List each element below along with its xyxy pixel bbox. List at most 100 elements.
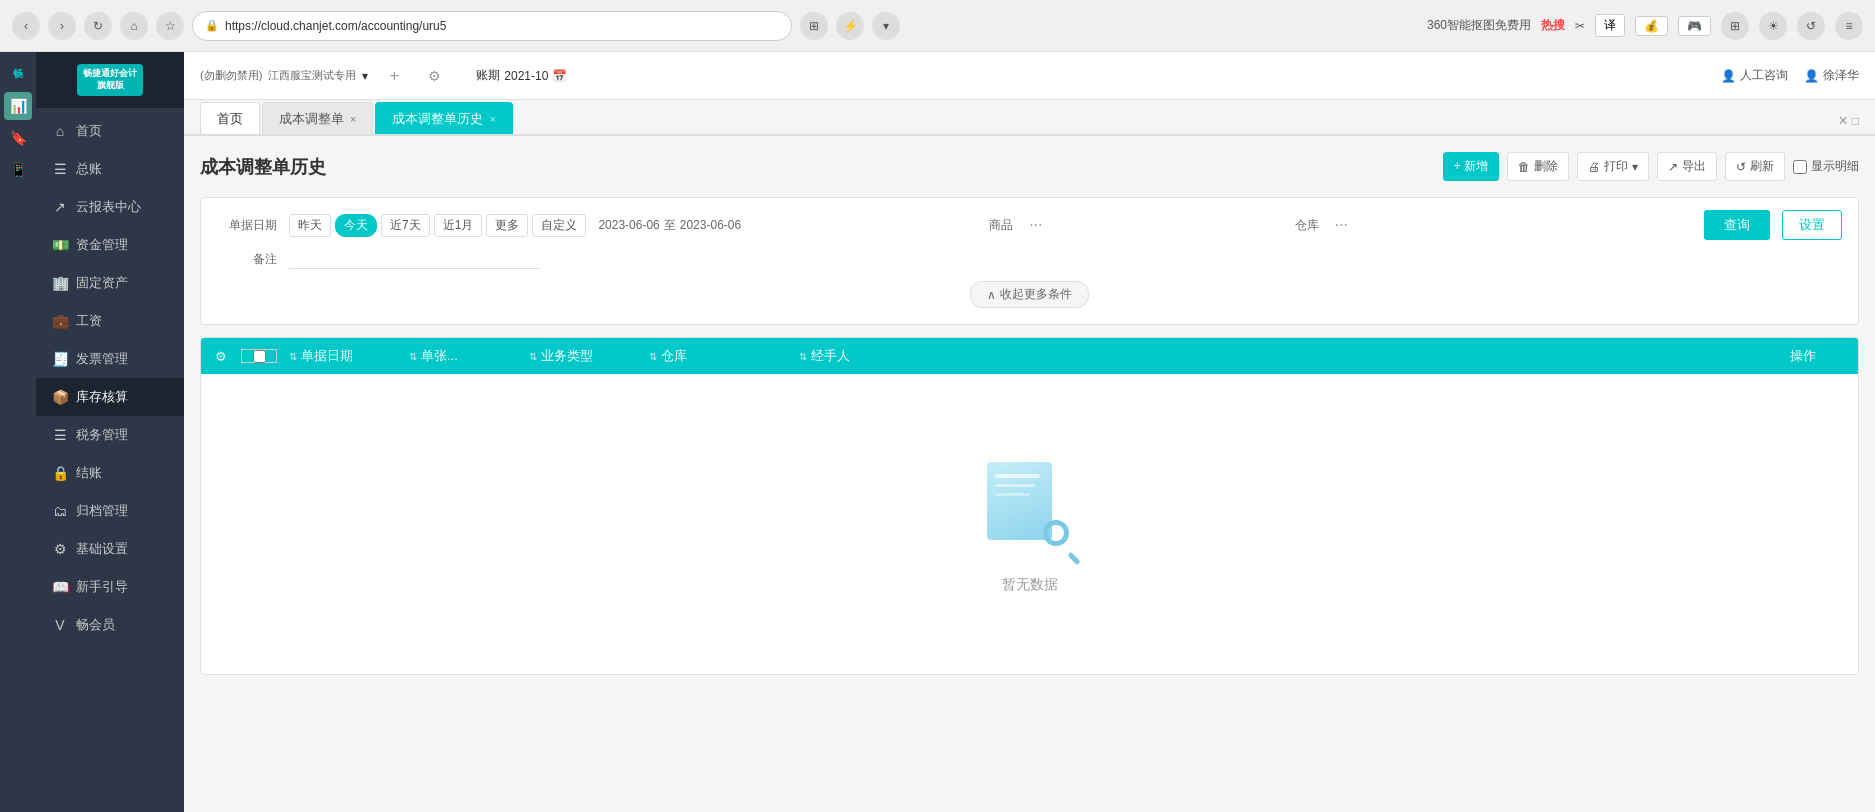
nav-settings[interactable]: ⚙ 基础设置 [36, 530, 184, 568]
nav-inventory[interactable]: 📦 库存核算 [36, 378, 184, 416]
query-btn[interactable]: 查询 [1704, 210, 1770, 240]
wallet-btn[interactable]: 💰 [1635, 16, 1668, 36]
tab-cost-adjust-history[interactable]: 成本调整单历史 × [375, 102, 512, 134]
date-yesterday-btn[interactable]: 昨天 [289, 214, 331, 237]
nav-tax[interactable]: ☰ 税务管理 [36, 416, 184, 454]
tab-cost-adjust-history-close[interactable]: × [489, 113, 495, 125]
select-all-checkbox[interactable] [253, 350, 266, 363]
nav-inventory-label: 库存核算 [76, 388, 128, 406]
date-more-btn[interactable]: 更多 [486, 214, 528, 237]
scissors-icon[interactable]: ✂ [1575, 19, 1585, 33]
goods-filter-dots[interactable]: ··· [1029, 216, 1042, 234]
hot-label: 热搜 [1541, 17, 1565, 34]
date-1month-btn[interactable]: 近1月 [434, 214, 483, 237]
empty-state: 暂无数据 [201, 374, 1858, 674]
th-biz-type[interactable]: ⇅ 业务类型 [517, 347, 637, 365]
nav-funds[interactable]: 💵 资金管理 [36, 226, 184, 264]
game-btn[interactable]: 🎮 [1678, 16, 1711, 36]
nav-invoice[interactable]: 🧾 发票管理 [36, 340, 184, 378]
icon-sidebar-item-2[interactable]: 🔖 [4, 124, 32, 152]
date-7days-btn[interactable]: 近7天 [381, 214, 430, 237]
filter-settings-btn[interactable]: 设置 [1782, 210, 1842, 240]
remark-filter-row: 备注 [217, 250, 1842, 269]
member-icon: V [52, 617, 68, 633]
nav-guide[interactable]: 📖 新手引导 [36, 568, 184, 606]
date-today-btn[interactable]: 今天 [335, 214, 377, 237]
top-bar: (勿删勿禁用) 江西服宝测试专用 ▾ + ⚙ 账期 2021-10 📅 👤 人工… [184, 52, 1875, 100]
th-date[interactable]: ⇅ 单据日期 [277, 347, 397, 365]
calendar-icon[interactable]: 📅 [552, 69, 567, 83]
bookmark-button[interactable]: ☆ [156, 12, 184, 40]
date-custom-btn[interactable]: 自定义 [532, 214, 586, 237]
fixed-assets-icon: 🏢 [52, 275, 68, 291]
nav-reports[interactable]: ↗ 云报表中心 [36, 188, 184, 226]
th-settings[interactable]: ⚙ [201, 349, 241, 364]
nav-ledger[interactable]: ☰ 总账 [36, 150, 184, 188]
sidebar-logo: 畅捷通好会计 旗舰版 [36, 52, 184, 108]
extensions-button[interactable]: ⊞ [800, 12, 828, 40]
close-all-tabs-btn[interactable]: × [1838, 112, 1847, 130]
home-button[interactable]: ⌂ [120, 12, 148, 40]
th-handler[interactable]: ⇅ 经手人 [787, 347, 937, 365]
export-btn-label: 导出 [1682, 158, 1706, 175]
lock-icon: 🔒 [205, 19, 219, 32]
nav-archive[interactable]: 🗂 归档管理 [36, 492, 184, 530]
export-btn[interactable]: ↗ 导出 [1657, 152, 1717, 181]
tab-cost-adjust[interactable]: 成本调整单 × [262, 102, 373, 134]
sort-handler-icon: ⇅ [799, 351, 807, 362]
tab-home[interactable]: 首页 [200, 102, 260, 134]
company-name: 江西服宝测试专用 [268, 68, 356, 83]
refresh-btn[interactable]: ↺ 刷新 [1725, 152, 1785, 181]
icon-sidebar-item-3[interactable]: 📱 [4, 156, 32, 184]
th-checkbox[interactable] [241, 349, 277, 363]
lightning-button[interactable]: ⚡ [836, 12, 864, 40]
icon-sidebar-logo: 畅 [4, 60, 32, 88]
empty-illustration [975, 454, 1085, 564]
user-name[interactable]: 👤 徐泽华 [1804, 67, 1859, 84]
print-btn-label: 打印 [1604, 158, 1628, 175]
dropdown-button[interactable]: ▾ [872, 12, 900, 40]
menu-btn[interactable]: ≡ [1835, 12, 1863, 40]
period-label: 账期 [476, 67, 500, 84]
icon-sidebar-active[interactable]: 📊 [4, 92, 32, 120]
print-btn[interactable]: 🖨 打印 ▾ [1577, 152, 1649, 181]
delete-btn[interactable]: 🗑 删除 [1507, 152, 1569, 181]
closing-icon: 🔒 [52, 465, 68, 481]
empty-text: 暂无数据 [1002, 576, 1058, 594]
undo-btn[interactable]: ↺ [1797, 12, 1825, 40]
company-selector[interactable]: (勿删勿禁用) 江西服宝测试专用 ▾ [200, 68, 368, 83]
expand-tabs-btn[interactable]: □ [1852, 114, 1859, 128]
settings-top-btn[interactable]: ⚙ [420, 62, 448, 90]
th-voucher[interactable]: ⇅ 单张... [397, 347, 517, 365]
doc-line1 [995, 474, 1040, 478]
url-bar[interactable]: 🔒 https://cloud.chanjet.com/accounting/u… [192, 11, 792, 41]
browser-right-tools: 360智能抠图免费用 热搜 ✂ 译 💰 🎮 ⊞ ☀ ↺ ≡ [1427, 12, 1863, 40]
display-toggle: 显示明细 [1793, 158, 1859, 175]
user-service[interactable]: 👤 人工咨询 [1721, 67, 1788, 84]
add-company-btn[interactable]: + [380, 62, 408, 90]
tab-cost-adjust-label: 成本调整单 [279, 110, 344, 128]
display-detail-checkbox[interactable] [1793, 160, 1807, 174]
settings-icon: ⚙ [52, 541, 68, 557]
back-button[interactable]: ‹ [12, 12, 40, 40]
forward-button[interactable]: › [48, 12, 76, 40]
nav-closing[interactable]: 🔒 结账 [36, 454, 184, 492]
icon-sidebar: 畅 📊 🔖 📱 [0, 52, 36, 812]
nav-member[interactable]: V 畅会员 [36, 606, 184, 644]
new-btn-label: + 新增 [1454, 158, 1488, 175]
tab-cost-adjust-close[interactable]: × [350, 113, 356, 125]
nav-home[interactable]: ⌂ 首页 [36, 112, 184, 150]
grid-btn[interactable]: ⊞ [1721, 12, 1749, 40]
nav-funds-label: 资金管理 [76, 236, 128, 254]
nav-salary[interactable]: 💼 工资 [36, 302, 184, 340]
translate-btn[interactable]: 译 [1595, 14, 1625, 37]
remark-input[interactable] [289, 250, 539, 269]
collapse-btn[interactable]: ∧ 收起更多条件 [970, 281, 1089, 308]
refresh-button[interactable]: ↻ [84, 12, 112, 40]
warehouse-filter-dots[interactable]: ··· [1335, 216, 1348, 234]
brightness-btn[interactable]: ☀ [1759, 12, 1787, 40]
new-btn[interactable]: + 新增 [1443, 152, 1499, 181]
logo-line1: 畅捷通好会计 [83, 68, 137, 80]
nav-fixed-assets[interactable]: 🏢 固定资产 [36, 264, 184, 302]
th-warehouse[interactable]: ⇅ 仓库 [637, 347, 787, 365]
